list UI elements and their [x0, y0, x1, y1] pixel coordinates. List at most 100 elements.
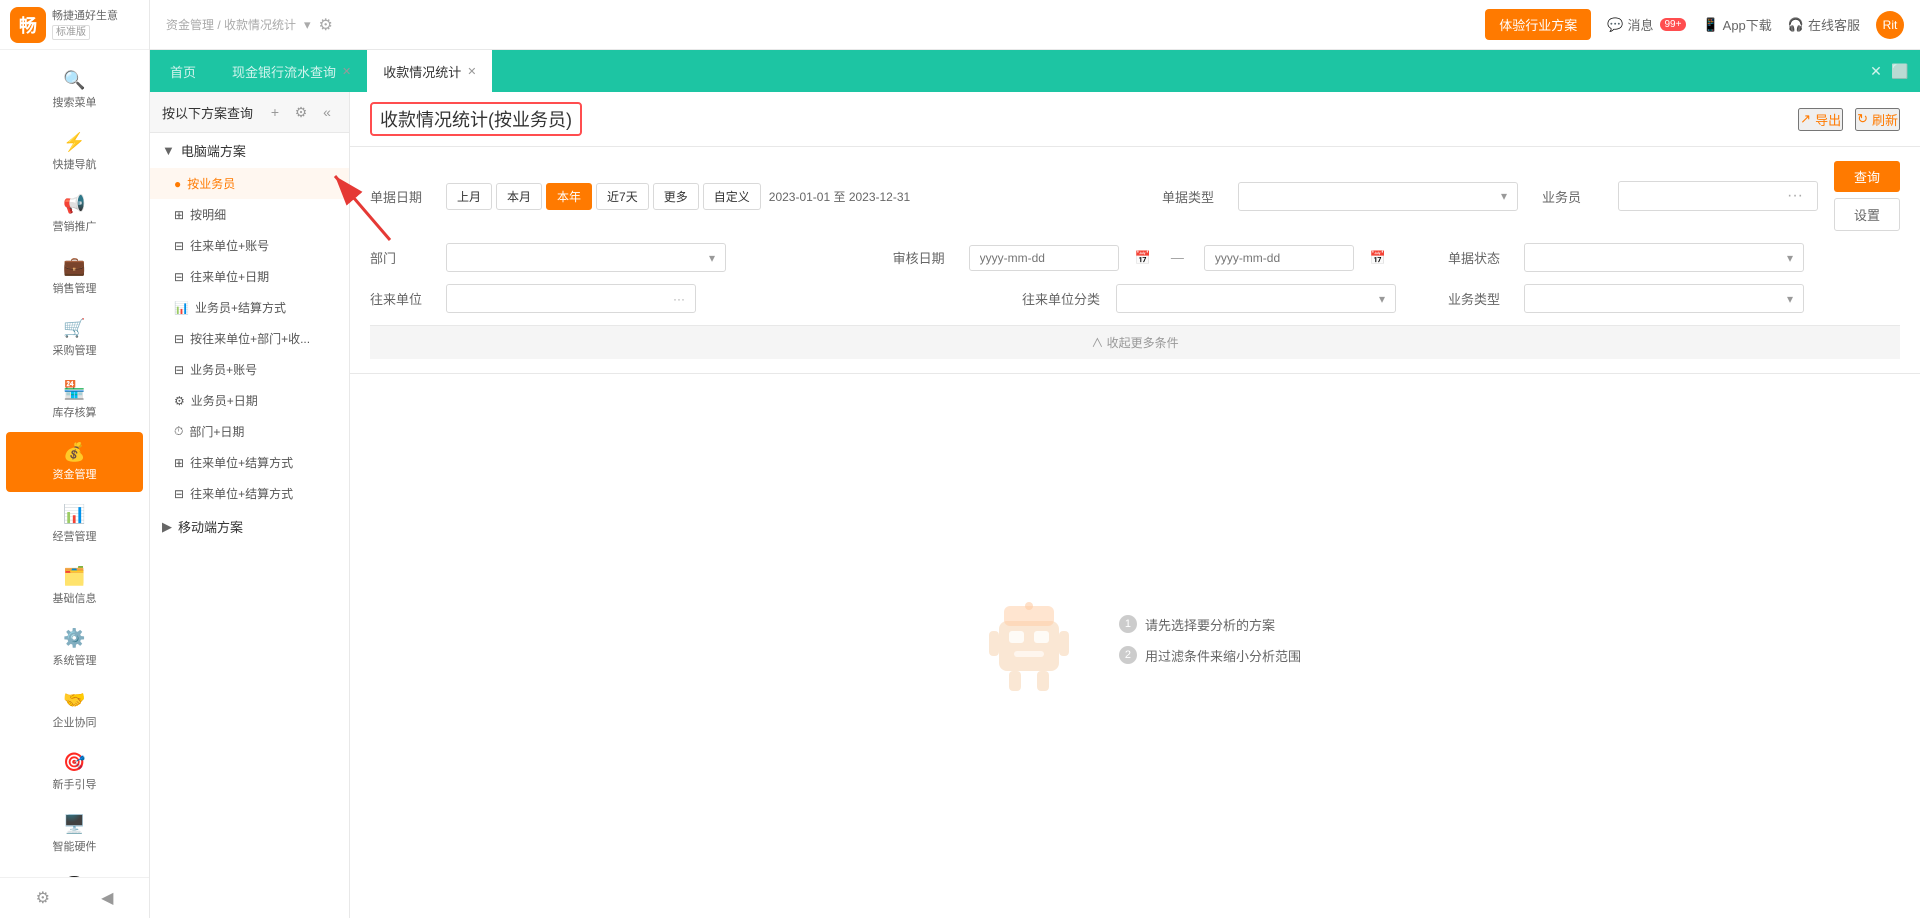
refresh-button[interactable]: ↻ 刷新 [1855, 108, 1900, 131]
sidebar: 畅 畅捷通好生意 标准版 🔍 搜索菜单 ⚡ 快捷导航 📢 营销推广 💼 销 [0, 0, 150, 918]
sidebar-item-basic[interactable]: 🗂️ 基础信息 [6, 556, 143, 616]
scheme-item-partner-account[interactable]: ⊟ 往来单位+账号 [150, 230, 349, 261]
sidebar-item-guide[interactable]: 🎯 新手引导 [6, 742, 143, 802]
date-btn-custom[interactable]: 自定义 [703, 183, 761, 210]
tab-collection-close[interactable]: ✕ [467, 65, 476, 78]
scheme-item-partner-settle2[interactable]: ⊟ 往来单位+结算方式 [150, 478, 349, 509]
scheme-item-by-staff[interactable]: ● 按业务员 [150, 168, 349, 199]
date-btn-7days[interactable]: 近7天 [596, 183, 649, 210]
window-maximize-btn[interactable]: ⬜ [1892, 63, 1908, 79]
scheme-item-dept-date[interactable]: ⏱ 部门+日期 [150, 416, 349, 447]
sidebar-item-finance[interactable]: 💰 资金管理 [6, 432, 143, 492]
date-btn-thismonth[interactable]: 本月 [496, 183, 542, 210]
audit-date-calendar-icon2[interactable]: 📅 [1370, 250, 1386, 266]
message-action[interactable]: 💬 消息 99+ [1607, 15, 1686, 34]
scheme-item-icon-3: ⊟ [174, 270, 184, 284]
scheme-setting-btn[interactable]: ⚙ [291, 102, 311, 122]
date-btn-more[interactable]: 更多 [653, 183, 699, 210]
scheme-item-staff-settlement[interactable]: 📊 业务员+结算方式 [150, 292, 349, 323]
online-service-action[interactable]: 🎧 在线客服 [1788, 15, 1860, 34]
status-select-arrow: ▾ [1787, 251, 1793, 265]
sidebar-item-wechat[interactable]: 💬 企业微信 [6, 866, 143, 877]
audit-date-start[interactable] [969, 245, 1119, 271]
main-content: 资金管理 / 收款情况统计 ▾ ⚙ 体验行业方案 💬 消息 99+ 📱 App下… [150, 0, 1920, 918]
page-title: 收款情况统计(按业务员) [370, 102, 582, 136]
scheme-collapse-btn[interactable]: « [317, 102, 337, 122]
sidebar-item-operation[interactable]: 📊 经营管理 [6, 494, 143, 554]
scheme-item-by-detail[interactable]: ⊞ 按明细 [150, 199, 349, 230]
scheme-item-icon-6: ⊟ [174, 363, 184, 377]
setting-button[interactable]: 设置 [1834, 198, 1900, 231]
scheme-item-staff-account[interactable]: ⊟ 业务员+账号 [150, 354, 349, 385]
status-select[interactable]: ▾ [1524, 243, 1804, 272]
logo-tag: 标准版 [52, 25, 90, 40]
dept-label: 部门 [370, 248, 430, 267]
quicknav-icon: ⚡ [63, 132, 85, 153]
audit-date-end[interactable] [1204, 245, 1354, 271]
partner-select[interactable]: ··· [446, 284, 696, 313]
partner-label: 往来单位 [370, 289, 430, 308]
tab-collection[interactable]: 收款情况统计 ✕ [367, 50, 492, 92]
scheme-group-desktop-header[interactable]: ▼ 电脑端方案 [150, 133, 349, 168]
sidebar-item-inventory[interactable]: 🏪 库存核算 [6, 370, 143, 430]
scheme-add-btn[interactable]: + [265, 102, 285, 122]
empty-state: 1 请先选择要分析的方案 2 用过滤条件来缩小分析范围 [350, 374, 1920, 918]
sidebar-item-system[interactable]: ⚙️ 系统管理 [6, 618, 143, 678]
finance-icon: 💰 [63, 442, 85, 463]
date-btn-thisyear[interactable]: 本年 [546, 183, 592, 210]
tab-cashflow[interactable]: 现金银行流水查询 ✕ [216, 50, 367, 92]
query-button[interactable]: 查询 [1834, 161, 1900, 192]
filter-action-btns: 查询 设置 [1834, 161, 1900, 231]
window-close-btn[interactable]: ✕ [1868, 63, 1884, 79]
scheme-item-partner-settle1[interactable]: ⊞ 往来单位+结算方式 [150, 447, 349, 478]
tab-cashflow-close[interactable]: ✕ [342, 65, 351, 78]
scheme-group-mobile-header[interactable]: ▶ 移动端方案 [150, 509, 349, 544]
user-avatar[interactable]: Rit [1876, 11, 1904, 39]
biz-type-select[interactable]: ▾ [1524, 284, 1804, 313]
collapse-more-btn[interactable]: ∧ 收起更多条件 [370, 325, 1900, 359]
header-gear-icon[interactable]: ⚙ [319, 15, 333, 35]
sidebar-item-corp[interactable]: 🤝 企业协同 [6, 680, 143, 740]
message-icon: 💬 [1607, 17, 1623, 33]
sidebar-item-search[interactable]: 🔍 搜索菜单 [6, 60, 143, 120]
audit-date-calendar-icon1[interactable]: 📅 [1135, 250, 1151, 266]
sidebar-item-purchase[interactable]: 🛒 采购管理 [6, 308, 143, 368]
date-btn-lastmonth[interactable]: 上月 [446, 183, 492, 210]
empty-robot-illustration [969, 586, 1089, 706]
tab-home[interactable]: 首页 [150, 50, 216, 92]
type-select[interactable]: ▾ [1238, 182, 1518, 211]
filter-row-date: 单据日期 上月 本月 本年 近7天 更多 自定义 2023-01-01 至 20… [370, 161, 1900, 231]
refresh-icon: ↻ [1857, 111, 1868, 127]
app-download-action[interactable]: 📱 App下载 [1702, 15, 1771, 34]
scheme-item-partner-date[interactable]: ⊟ 往来单位+日期 [150, 261, 349, 292]
filter-row-partner: 往来单位 ··· 往来单位分类 ▾ 业务类型 [370, 284, 1900, 313]
header-right: 体验行业方案 💬 消息 99+ 📱 App下载 🎧 在线客服 Rit [1485, 9, 1904, 40]
date-range: 2023-01-01 至 2023-12-31 [769, 188, 910, 205]
filter-row-dept: 部门 ▾ 审核日期 📅 — 📅 单据状态 [370, 243, 1900, 272]
export-button[interactable]: ↗ 导出 [1798, 108, 1843, 131]
purchase-icon: 🛒 [63, 318, 85, 339]
sidebar-item-quicknav[interactable]: ⚡ 快捷导航 [6, 122, 143, 182]
scheme-header: 按以下方案查询 + ⚙ « [150, 92, 349, 133]
scheme-group-desktop: ▼ 电脑端方案 ● 按业务员 ⊞ 按明细 ⊟ 往来单位+账号 [150, 133, 349, 509]
sidebar-nav: 🔍 搜索菜单 ⚡ 快捷导航 📢 营销推广 💼 销售管理 🛒 采购管理 🏪 [0, 50, 149, 877]
scheme-item-partner-dept[interactable]: ⊟ 按往来单位+部门+收... [150, 323, 349, 354]
scheme-item-icon-9: ⊞ [174, 456, 184, 470]
staff-select-more: ··· [1787, 187, 1803, 205]
header-dropdown-icon[interactable]: ▾ [304, 17, 311, 33]
collapse-sidebar-btn[interactable]: ◀ [101, 888, 113, 908]
marketing-icon: 📢 [63, 194, 85, 215]
partner-category-select[interactable]: ▾ [1116, 284, 1396, 313]
audit-date-label: 审核日期 [893, 248, 953, 267]
corp-icon: 🤝 [63, 690, 85, 711]
sidebar-item-hardware[interactable]: 🖥️ 智能硬件 [6, 804, 143, 864]
dept-select[interactable]: ▾ [446, 243, 726, 272]
settings-bottom-btn[interactable]: ⚙ [36, 888, 50, 908]
sidebar-item-marketing[interactable]: 📢 营销推广 [6, 184, 143, 244]
group-collapse-icon: ▼ [162, 143, 175, 158]
sidebar-item-sales[interactable]: 💼 销售管理 [6, 246, 143, 306]
trial-button[interactable]: 体验行业方案 [1485, 9, 1591, 40]
staff-select[interactable]: ··· [1618, 181, 1818, 211]
scheme-panel: 按以下方案查询 + ⚙ « ▼ 电脑端方案 ● 按业务员 [150, 92, 350, 918]
scheme-item-staff-date[interactable]: ⚙ 业务员+日期 [150, 385, 349, 416]
